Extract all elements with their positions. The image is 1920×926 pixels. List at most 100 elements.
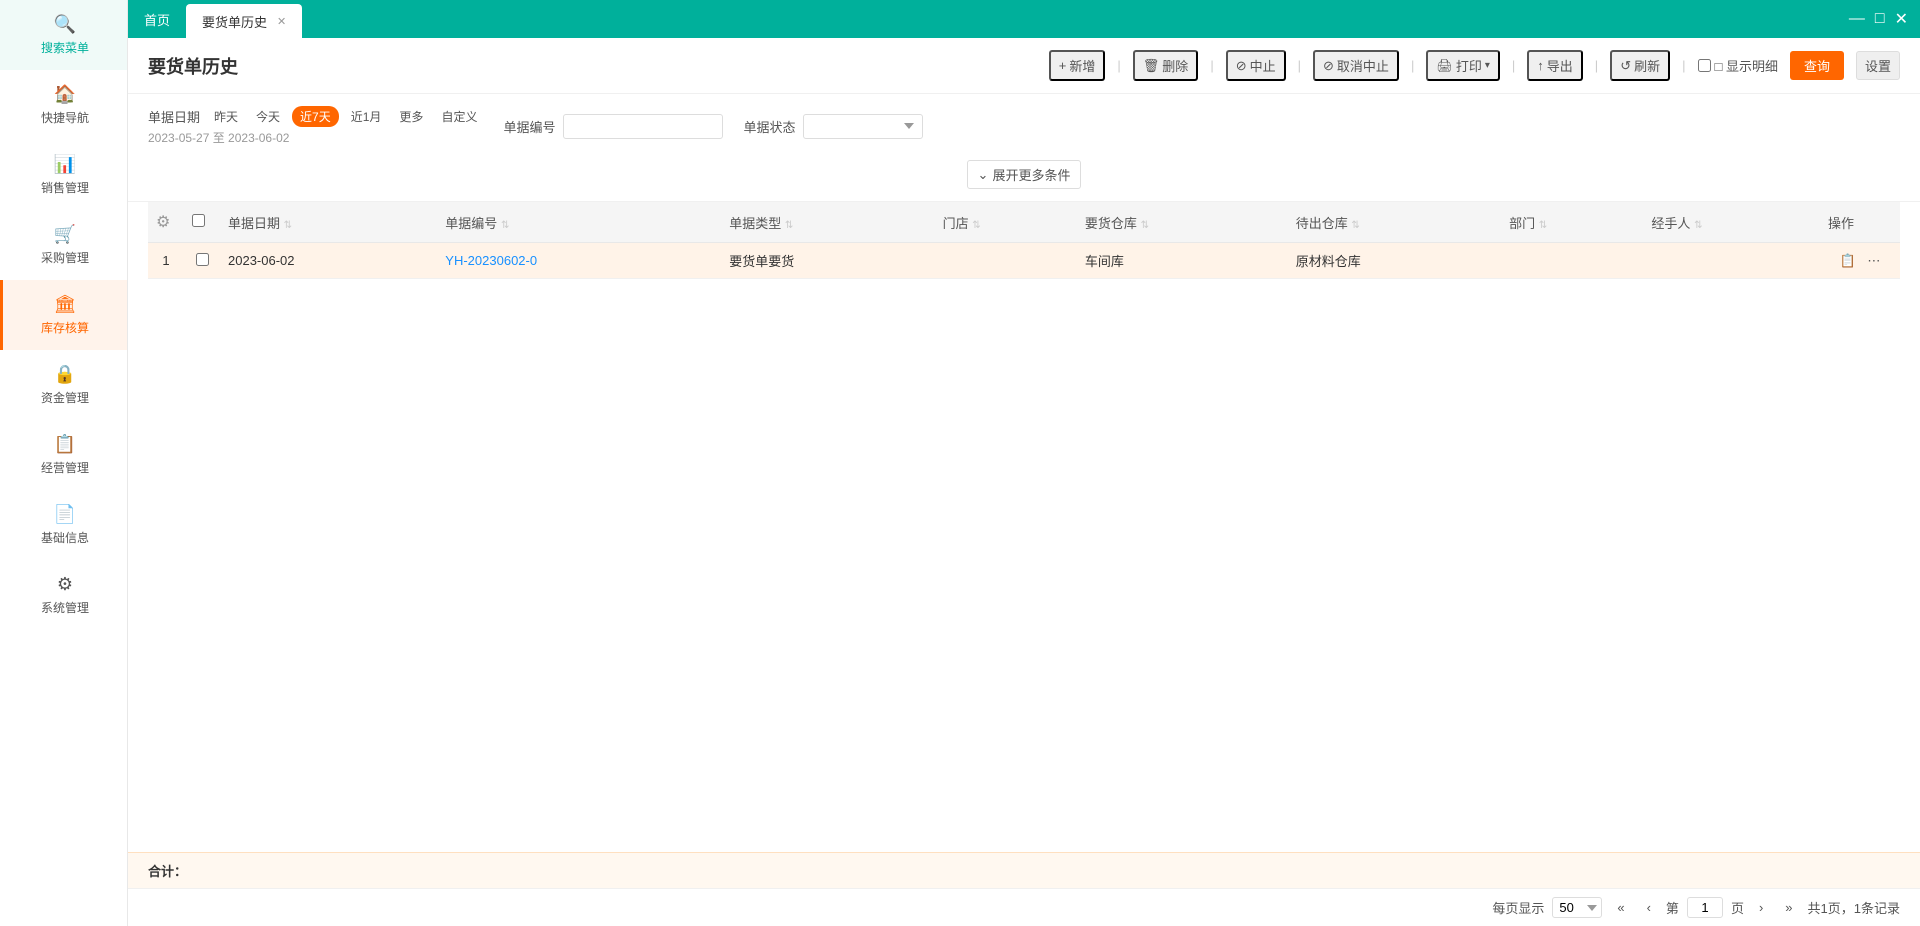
col-actions: 操作 <box>1820 202 1900 243</box>
doc-number-input[interactable] <box>563 114 723 139</box>
col-number[interactable]: 单据编号 ⇅ <box>437 202 721 243</box>
row-out-warehouse: 原材料仓库 <box>1288 243 1501 279</box>
col-type[interactable]: 单据类型 ⇅ <box>721 202 934 243</box>
sidebar-item-system[interactable]: ⚙ 系统管理 <box>0 560 127 630</box>
row-action-view[interactable]: 📋 <box>1836 251 1860 270</box>
cancel-stop-button[interactable]: ⊘ 取消中止 <box>1313 50 1399 81</box>
tab-active[interactable]: 要货单历史 ✕ <box>186 4 302 38</box>
display-detail-toggle[interactable]: □ 显示明细 <box>1698 56 1778 75</box>
date-filter-label: 单据日期 <box>148 107 200 126</box>
column-settings-icon[interactable]: ⚙ <box>156 214 170 231</box>
window-minimize-icon[interactable]: — <box>1849 10 1865 28</box>
page-title: 要货单历史 <box>148 53 1049 79</box>
page-size-label: 每页显示 <box>1492 898 1544 917</box>
sidebar-item-label: 快捷导航 <box>41 109 89 126</box>
tab-close-icon[interactable]: ✕ <box>277 15 286 28</box>
stop-button[interactable]: ⊘ 中止 <box>1226 50 1286 81</box>
settings-button[interactable]: 设置 <box>1856 51 1900 80</box>
top-bar-right: — □ ✕ <box>1849 9 1920 29</box>
col-number-label: 单据编号 <box>445 216 497 231</box>
date-btn-yesterday[interactable]: 昨天 <box>208 106 244 127</box>
purchase-icon: 🛒 <box>54 224 76 245</box>
window-maximize-icon[interactable]: □ <box>1875 10 1885 28</box>
toolbar: + 新增 | 🗑 删除 | ⊘ 中止 | ⊘ 取消中止 | <box>1049 50 1900 81</box>
sidebar-item-label: 库存核算 <box>41 319 89 336</box>
export-button[interactable]: ↑ 导出 <box>1527 50 1583 81</box>
query-label: 查询 <box>1804 56 1830 75</box>
new-button[interactable]: + 新增 <box>1049 50 1106 81</box>
sales-icon: 📊 <box>54 154 76 175</box>
col-actions-label: 操作 <box>1828 216 1854 231</box>
date-btn-today[interactable]: 今天 <box>250 106 286 127</box>
page-size-select[interactable]: 50 10 20 100 <box>1552 897 1602 918</box>
row-checkbox[interactable] <box>196 253 209 266</box>
sidebar-item-purchase[interactable]: 🛒 采购管理 <box>0 210 127 280</box>
stop-label: 中止 <box>1250 56 1276 75</box>
doc-status-select[interactable] <box>803 114 923 139</box>
footer-total-label: 合计： <box>148 861 187 880</box>
sidebar-item-label: 搜索菜单 <box>41 39 89 56</box>
finance-icon: 🔒 <box>54 364 76 385</box>
sidebar-item-inventory[interactable]: 🏛 库存核算 <box>0 280 127 350</box>
col-date[interactable]: 单据日期 ⇅ <box>220 202 437 243</box>
doc-status-label: 单据状态 <box>743 117 795 136</box>
expand-more-label: 展开更多条件 <box>992 165 1070 184</box>
refresh-button[interactable]: ↺ 刷新 <box>1610 50 1670 81</box>
new-label: 新增 <box>1069 56 1095 75</box>
query-button[interactable]: 查询 <box>1790 51 1844 80</box>
display-detail-checkbox[interactable] <box>1698 59 1711 72</box>
operations-icon: 📋 <box>54 434 76 455</box>
col-store[interactable]: 门店 ⇅ <box>935 202 1077 243</box>
basic-info-icon: 📄 <box>54 504 76 525</box>
row-number-link[interactable]: YH-20230602-0 <box>445 253 537 268</box>
sidebar-item-finance[interactable]: 🔒 资金管理 <box>0 350 127 420</box>
footer-total: 合计： <box>128 852 1920 888</box>
page-input[interactable] <box>1687 897 1723 918</box>
tab-home-label: 首页 <box>144 10 170 29</box>
export-label: 导出 <box>1547 56 1573 75</box>
col-checkbox <box>184 202 220 243</box>
sidebar-item-basic-info[interactable]: 📄 基础信息 <box>0 490 127 560</box>
col-handler[interactable]: 经手人 ⇅ <box>1643 202 1820 243</box>
select-all-checkbox[interactable] <box>192 214 205 227</box>
sidebar-item-label: 基础信息 <box>41 529 89 546</box>
col-department[interactable]: 部门 ⇅ <box>1501 202 1643 243</box>
sidebar-item-quick-nav[interactable]: 🏠 快捷导航 <box>0 70 127 140</box>
table-row: 1 2023-06-02 YH-20230602-0 要货单要货 车间库 原材料… <box>148 243 1900 279</box>
date-btn-last7days[interactable]: 近7天 <box>292 106 339 127</box>
prev-page-btn[interactable]: ‹ <box>1640 897 1658 918</box>
next-page-btn[interactable]: › <box>1752 897 1770 918</box>
col-date-label: 单据日期 <box>228 216 280 231</box>
col-out-warehouse[interactable]: 待出仓库 ⇅ <box>1288 202 1501 243</box>
row-action-more[interactable]: ⋯ <box>1863 251 1884 270</box>
date-btn-more[interactable]: 更多 <box>393 106 429 127</box>
sidebar-item-sales[interactable]: 📊 销售管理 <box>0 140 127 210</box>
print-button[interactable]: 🖨 打印 ▾ <box>1426 50 1500 81</box>
system-icon: ⚙ <box>57 574 73 595</box>
delete-icon: 🗑 <box>1143 58 1160 74</box>
sidebar-item-label: 经营管理 <box>41 459 89 476</box>
row-req-warehouse: 车间库 <box>1077 243 1288 279</box>
sidebar-item-search[interactable]: 🔍 搜索菜单 <box>0 0 127 70</box>
row-index: 1 <box>148 243 184 279</box>
table-container: ⚙ 单据日期 ⇅ 单据编号 ⇅ <box>128 202 1920 852</box>
sort-handler-icon: ⇅ <box>1694 220 1702 231</box>
new-icon: + <box>1059 58 1067 73</box>
col-settings: ⚙ <box>148 202 184 243</box>
sort-store-icon: ⇅ <box>972 220 980 231</box>
first-page-btn[interactable]: « <box>1610 897 1631 918</box>
sidebar-item-operations[interactable]: 📋 经营管理 <box>0 420 127 490</box>
col-req-warehouse[interactable]: 要货仓库 ⇅ <box>1077 202 1288 243</box>
expand-more-btn[interactable]: ⌄ 展开更多条件 <box>967 160 1082 189</box>
tab-home[interactable]: 首页 <box>128 0 186 38</box>
date-btn-last1month[interactable]: 近1月 <box>345 106 388 127</box>
row-store <box>935 243 1077 279</box>
doc-number-filter: 单据编号 <box>503 114 723 139</box>
col-handler-label: 经手人 <box>1651 216 1690 231</box>
pagination: 每页显示 50 10 20 100 « ‹ 第 页 › » 共1页，1条记录 <box>128 888 1920 926</box>
delete-button[interactable]: 🗑 删除 <box>1133 50 1199 81</box>
last-page-btn[interactable]: » <box>1778 897 1799 918</box>
window-close-icon[interactable]: ✕ <box>1895 9 1908 29</box>
date-btn-custom[interactable]: 自定义 <box>435 106 483 127</box>
sort-out-warehouse-icon: ⇅ <box>1351 220 1359 231</box>
